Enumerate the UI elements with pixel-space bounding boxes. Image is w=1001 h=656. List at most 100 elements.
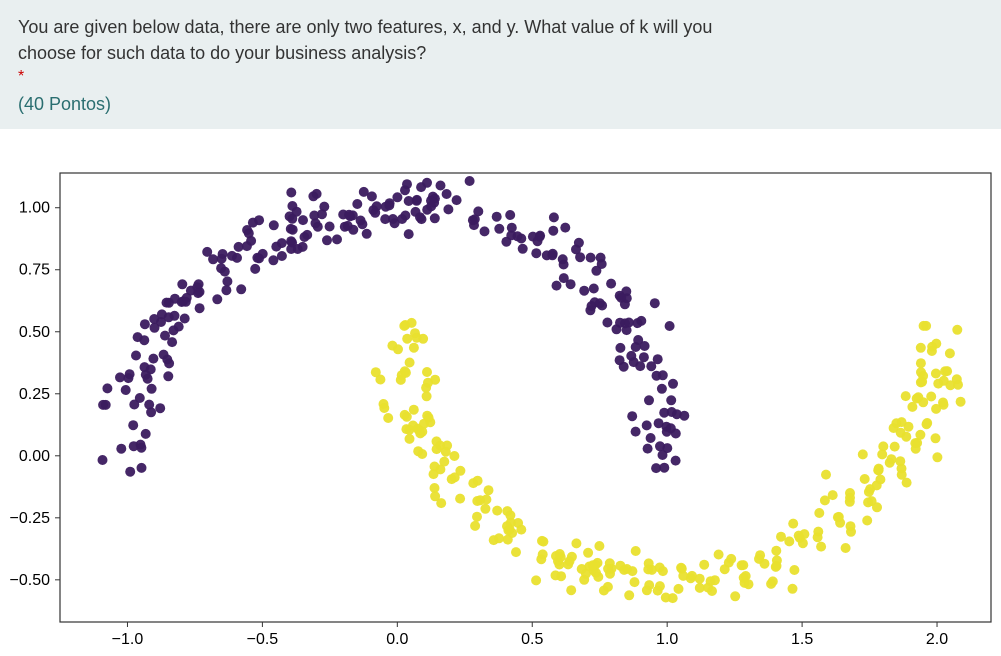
data-point <box>415 212 425 222</box>
data-point <box>136 443 146 453</box>
data-point <box>877 449 887 459</box>
data-point <box>952 325 962 335</box>
data-point <box>707 586 717 596</box>
data-point <box>813 527 823 537</box>
data-point <box>455 494 465 504</box>
data-point <box>788 584 798 594</box>
data-point <box>405 434 415 444</box>
data-point <box>939 376 949 386</box>
data-point <box>538 549 548 559</box>
data-point <box>931 369 941 379</box>
data-point <box>828 490 838 500</box>
data-point <box>441 447 451 457</box>
data-point <box>286 244 296 254</box>
data-point <box>269 220 279 230</box>
data-point <box>348 225 358 235</box>
data-point <box>380 214 390 224</box>
y-tick-label: 1.00 <box>19 200 50 217</box>
data-point <box>455 466 465 476</box>
data-point <box>895 456 905 466</box>
data-point <box>864 487 874 497</box>
data-point <box>402 334 412 344</box>
data-point <box>417 449 427 459</box>
data-point <box>163 371 173 381</box>
data-point <box>901 391 911 401</box>
data-point <box>470 521 480 531</box>
data-point <box>668 379 678 389</box>
data-point <box>182 293 192 303</box>
data-point <box>340 222 350 232</box>
data-point <box>402 179 412 189</box>
data-point <box>549 212 559 222</box>
data-point <box>317 209 327 219</box>
data-point <box>917 377 927 387</box>
data-point <box>646 361 656 371</box>
data-point <box>473 206 483 216</box>
data-point <box>242 241 252 251</box>
data-point <box>593 572 603 582</box>
data-point <box>285 211 295 221</box>
data-point <box>180 314 190 324</box>
data-point <box>408 421 418 431</box>
data-point <box>268 255 278 265</box>
data-point <box>287 201 297 211</box>
data-point <box>558 254 568 264</box>
data-point <box>671 456 681 466</box>
data-point <box>606 279 616 289</box>
data-point <box>379 403 389 413</box>
data-point <box>586 253 596 263</box>
data-point <box>872 480 882 490</box>
data-point <box>472 512 482 522</box>
data-point <box>631 342 641 352</box>
question-panel: You are given below data, there are only… <box>0 0 1001 129</box>
data-point <box>430 213 440 223</box>
data-point <box>436 181 446 191</box>
data-point <box>695 574 705 584</box>
data-point <box>547 250 557 260</box>
data-point <box>615 343 625 353</box>
data-point <box>250 264 260 274</box>
data-point <box>409 343 419 353</box>
data-point <box>643 564 653 574</box>
data-point <box>212 294 222 304</box>
data-point <box>146 364 156 374</box>
data-point <box>528 232 538 242</box>
data-point <box>432 436 442 446</box>
x-tick-label: −1.0 <box>112 631 144 648</box>
data-point <box>416 182 426 192</box>
data-point <box>754 554 764 564</box>
data-point <box>372 201 382 211</box>
data-point <box>164 312 174 322</box>
data-point <box>407 318 417 328</box>
x-tick-label: 1.5 <box>791 631 813 648</box>
data-point <box>140 319 150 329</box>
data-point <box>332 234 342 244</box>
data-point <box>141 429 151 439</box>
y-tick-label: 0.75 <box>19 262 50 279</box>
data-point <box>468 215 478 225</box>
series-cluster_b <box>371 318 966 603</box>
data-point <box>945 348 955 358</box>
data-point <box>644 580 654 590</box>
data-point <box>501 237 511 247</box>
y-tick-label: −0.25 <box>10 510 51 527</box>
data-point <box>571 538 581 548</box>
data-point <box>931 404 941 414</box>
data-point <box>442 189 452 199</box>
data-point <box>615 561 625 571</box>
data-point <box>766 579 776 589</box>
data-point <box>242 225 252 235</box>
data-point <box>531 575 541 585</box>
data-point <box>252 253 262 263</box>
data-point <box>639 352 649 362</box>
data-point <box>814 508 824 518</box>
data-point <box>643 444 653 454</box>
data-point <box>552 281 562 291</box>
data-point <box>425 417 435 427</box>
data-point <box>221 285 231 295</box>
data-point <box>518 244 528 254</box>
data-point <box>449 451 459 461</box>
data-point <box>102 383 112 393</box>
data-point <box>833 512 843 522</box>
data-point <box>494 224 504 234</box>
